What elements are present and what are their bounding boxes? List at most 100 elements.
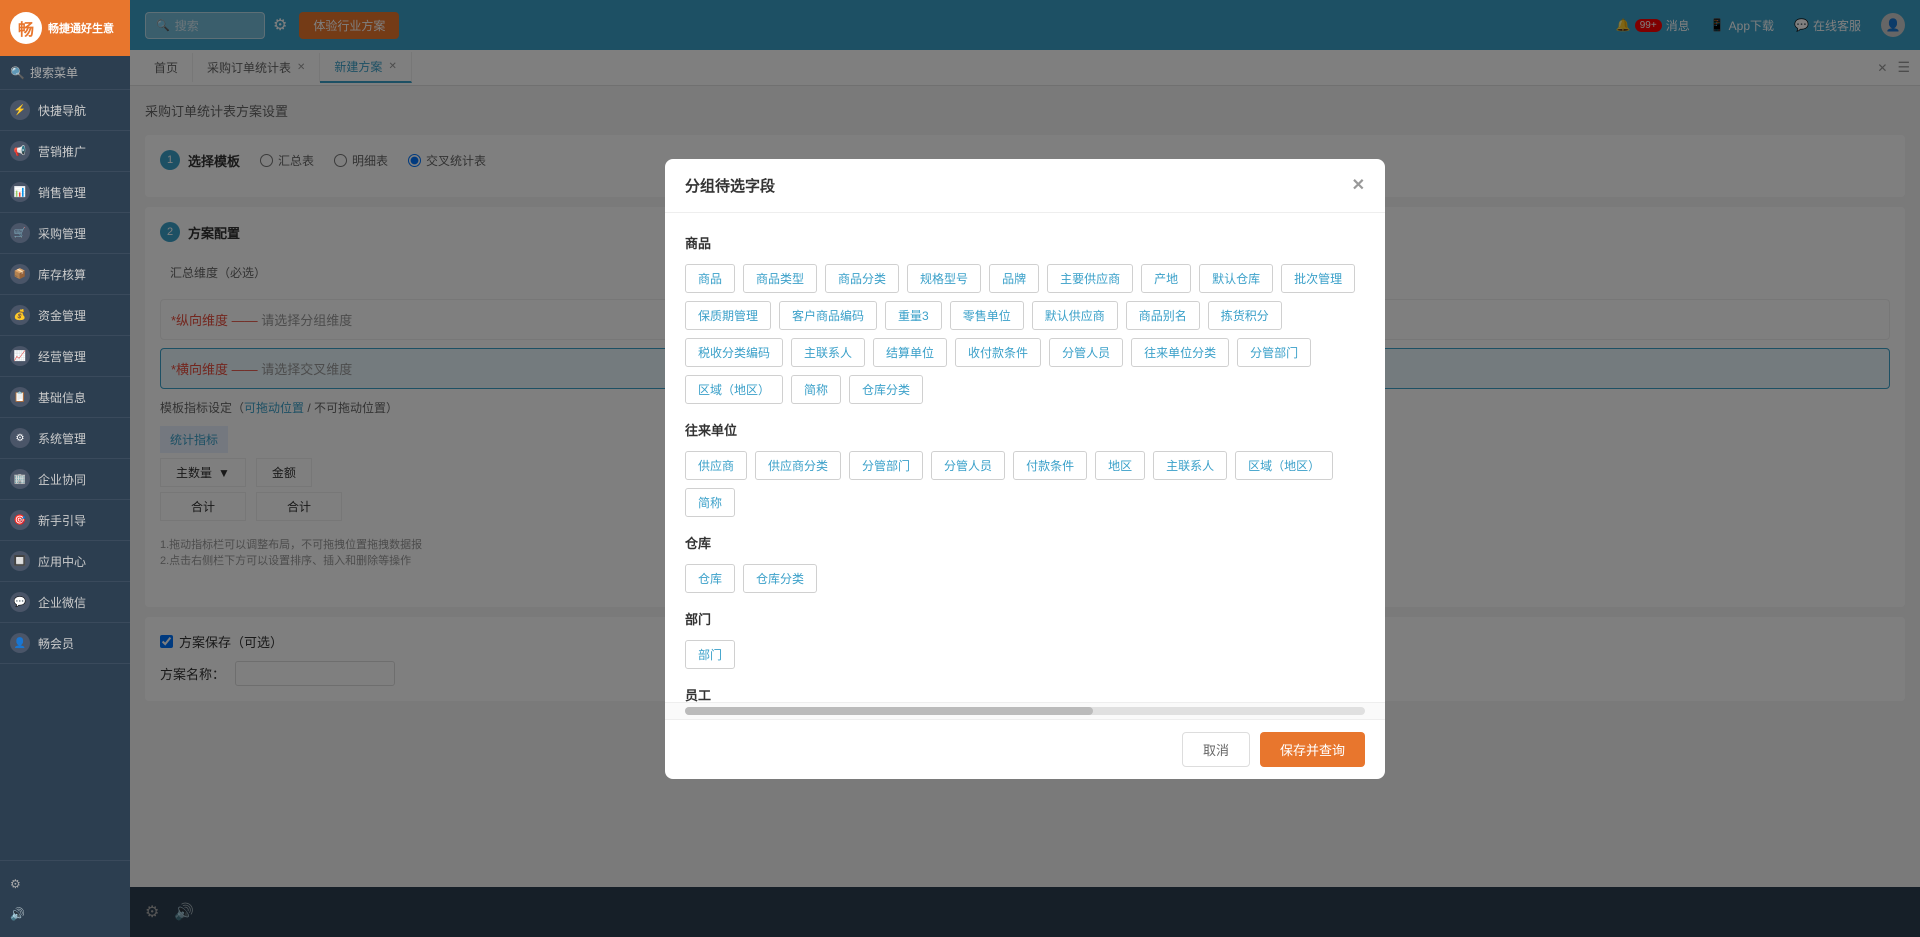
field-tag-商品别名[interactable]: 商品别名	[1126, 301, 1200, 330]
field-tag-重量3[interactable]: 重量3	[885, 301, 942, 330]
field-tag-品牌[interactable]: 品牌	[989, 264, 1039, 293]
sidebar-icon-quick-nav: ⚡	[10, 100, 30, 120]
group-title-goods: 商品	[685, 233, 1365, 252]
field-tag-供应商[interactable]: 供应商	[685, 451, 747, 480]
group-title-warehouse: 仓库	[685, 533, 1365, 552]
field-tags-partner: 供应商供应商分类分管部门分管人员付款条件地区主联系人区域（地区） 简称	[685, 451, 1365, 517]
sidebar-icon-inventory: 📦	[10, 264, 30, 284]
sound-btn[interactable]: 🔊	[0, 899, 130, 929]
modal-hscrollbar	[665, 702, 1385, 719]
field-tag-地区[interactable]: 地区	[1095, 451, 1145, 480]
sidebar-icon-system: ⚙	[10, 428, 30, 448]
sidebar-item-member[interactable]: 👤畅会员	[0, 623, 130, 664]
field-tag-主联系人[interactable]: 主联系人	[1153, 451, 1227, 480]
field-tag-仓库分类[interactable]: 仓库分类	[743, 564, 817, 593]
field-tag-分管人员[interactable]: 分管人员	[1049, 338, 1123, 367]
modal-header: 分组待选字段 ✕	[665, 159, 1385, 213]
sidebar-label-finance: 资金管理	[38, 307, 86, 324]
sidebar-label-corp: 企业协同	[38, 471, 86, 488]
field-tags-warehouse: 仓库仓库分类	[685, 564, 1365, 593]
sidebar-item-system[interactable]: ⚙ 系统管理	[0, 418, 130, 459]
field-tag-主联系人[interactable]: 主联系人	[791, 338, 865, 367]
field-tag-商品类型[interactable]: 商品类型	[743, 264, 817, 293]
field-tags-dept: 部门	[685, 640, 1365, 669]
field-tag-商品[interactable]: 商品	[685, 264, 735, 293]
hscroll-track[interactable]	[685, 707, 1365, 715]
sidebar-label-apps: 应用中心	[38, 553, 86, 570]
field-tag-仓库[interactable]: 仓库	[685, 564, 735, 593]
field-tag-仓库分类[interactable]: 仓库分类	[849, 375, 923, 404]
sidebar-icon-corp: 🏢	[10, 469, 30, 489]
field-tag-部门[interactable]: 部门	[685, 640, 735, 669]
logo-icon: 畅	[10, 12, 42, 44]
field-tag-客户商品编码[interactable]: 客户商品编码	[779, 301, 877, 330]
sidebar-label-marketing: 营销推广	[38, 143, 86, 160]
sidebar-icon-purchase: 🛒	[10, 223, 30, 243]
field-tag-默认供应商[interactable]: 默认供应商	[1032, 301, 1118, 330]
app-name: 畅捷通好生意	[48, 20, 114, 36]
sidebar-label-sales: 销售管理	[38, 184, 86, 201]
field-tag-区域（地区）[interactable]: 区域（地区）	[1235, 451, 1333, 480]
field-tag-分管部门[interactable]: 分管部门	[1237, 338, 1311, 367]
sidebar-label-system: 系统管理	[38, 430, 86, 447]
field-tag-批次管理[interactable]: 批次管理	[1281, 264, 1355, 293]
sidebar-icon-operation: 📈	[10, 346, 30, 366]
sidebar-item-newbie[interactable]: 🎯 新手引导	[0, 500, 130, 541]
confirm-btn[interactable]: 保存并查询	[1260, 732, 1365, 767]
field-tag-分管部门[interactable]: 分管部门	[849, 451, 923, 480]
sidebar-item-finance[interactable]: 💰资金管理	[0, 295, 130, 336]
modal-close-btn[interactable]: ✕	[1352, 175, 1365, 195]
sidebar-label-inventory: 库存核算	[38, 266, 86, 283]
field-tag-分管人员[interactable]: 分管人员	[931, 451, 1005, 480]
group-title-staff: 员工	[685, 685, 1365, 702]
field-tag-保质期管理[interactable]: 保质期管理	[685, 301, 771, 330]
cancel-btn[interactable]: 取消	[1182, 732, 1250, 767]
group-title-dept: 部门	[685, 609, 1365, 628]
sidebar-label-purchase: 采购管理	[38, 225, 86, 242]
sidebar-item-inventory[interactable]: 📦 库存核算	[0, 254, 130, 295]
field-tag-主要供应商[interactable]: 主要供应商	[1047, 264, 1133, 293]
field-tag-拣货积分[interactable]: 拣货积分	[1208, 301, 1282, 330]
field-tag-产地[interactable]: 产地	[1141, 264, 1191, 293]
field-tag-零售单位[interactable]: 零售单位	[950, 301, 1024, 330]
modal-footer: 取消 保存并查询	[665, 719, 1385, 779]
field-tag-区域（地区）[interactable]: 区域（地区）	[685, 375, 783, 404]
sidebar-icon-newbie: 🎯	[10, 510, 30, 530]
sidebar-search[interactable]: 🔍 搜索菜单	[0, 56, 130, 90]
hscroll-thumb[interactable]	[685, 707, 1093, 715]
sidebar-label-newbie: 新手引导	[38, 512, 86, 529]
field-tag-简称[interactable]: 简称	[685, 488, 735, 517]
sidebar-icon-marketing: 📢	[10, 141, 30, 161]
sidebar-label-quick-nav: 快捷导航	[38, 102, 86, 119]
field-tag-规格型号[interactable]: 规格型号	[907, 264, 981, 293]
sidebar-item-weixin[interactable]: 💬企业微信	[0, 582, 130, 623]
sidebar-icon-basic: 📋	[10, 387, 30, 407]
field-tag-默认仓库[interactable]: 默认仓库	[1199, 264, 1273, 293]
sidebar-label-operation: 经营管理	[38, 348, 86, 365]
modal-body: 商品商品商品类型商品分类规格型号品牌主要供应商产地默认仓库批次管理保质期管理客户…	[665, 213, 1385, 702]
sidebar-item-purchase[interactable]: 🛒 采购管理	[0, 213, 130, 254]
sidebar-item-corp[interactable]: 🏢 企业协同	[0, 459, 130, 500]
field-tag-供应商分类[interactable]: 供应商分类	[755, 451, 841, 480]
sidebar: 畅 畅捷通好生意 🔍 搜索菜单 ⚡ 快捷导航 📢 营销推广 📊 销售管理 🛒 采购管理 📦 库存核…	[0, 0, 130, 937]
modal-title: 分组待选字段	[685, 175, 775, 196]
sidebar-item-sales[interactable]: 📊 销售管理	[0, 172, 130, 213]
field-tag-结算单位[interactable]: 结算单位	[873, 338, 947, 367]
field-tag-往来单位分类[interactable]: 往来单位分类	[1131, 338, 1229, 367]
sidebar-icon-sales: 📊	[10, 182, 30, 202]
sidebar-item-basic[interactable]: 📋 基础信息	[0, 377, 130, 418]
sidebar-icon-weixin: 💬	[10, 592, 30, 612]
field-tag-税收分类编码[interactable]: 税收分类编码	[685, 338, 783, 367]
sidebar-logo: 畅 畅捷通好生意	[0, 0, 130, 56]
field-tag-付款条件[interactable]: 付款条件	[1013, 451, 1087, 480]
field-tag-收付款条件[interactable]: 收付款条件	[955, 338, 1041, 367]
field-tag-简称[interactable]: 简称	[791, 375, 841, 404]
sidebar-item-apps[interactable]: 🔲应用中心	[0, 541, 130, 582]
sidebar-item-marketing[interactable]: 📢 营销推广	[0, 131, 130, 172]
sidebar-item-operation[interactable]: 📈 经营管理	[0, 336, 130, 377]
sidebar-search-label: 搜索菜单	[30, 64, 78, 81]
field-tag-商品分类[interactable]: 商品分类	[825, 264, 899, 293]
settings-btn[interactable]: ⚙	[0, 869, 130, 899]
sidebar-label-basic: 基础信息	[38, 389, 86, 406]
sidebar-item-quick-nav[interactable]: ⚡ 快捷导航	[0, 90, 130, 131]
